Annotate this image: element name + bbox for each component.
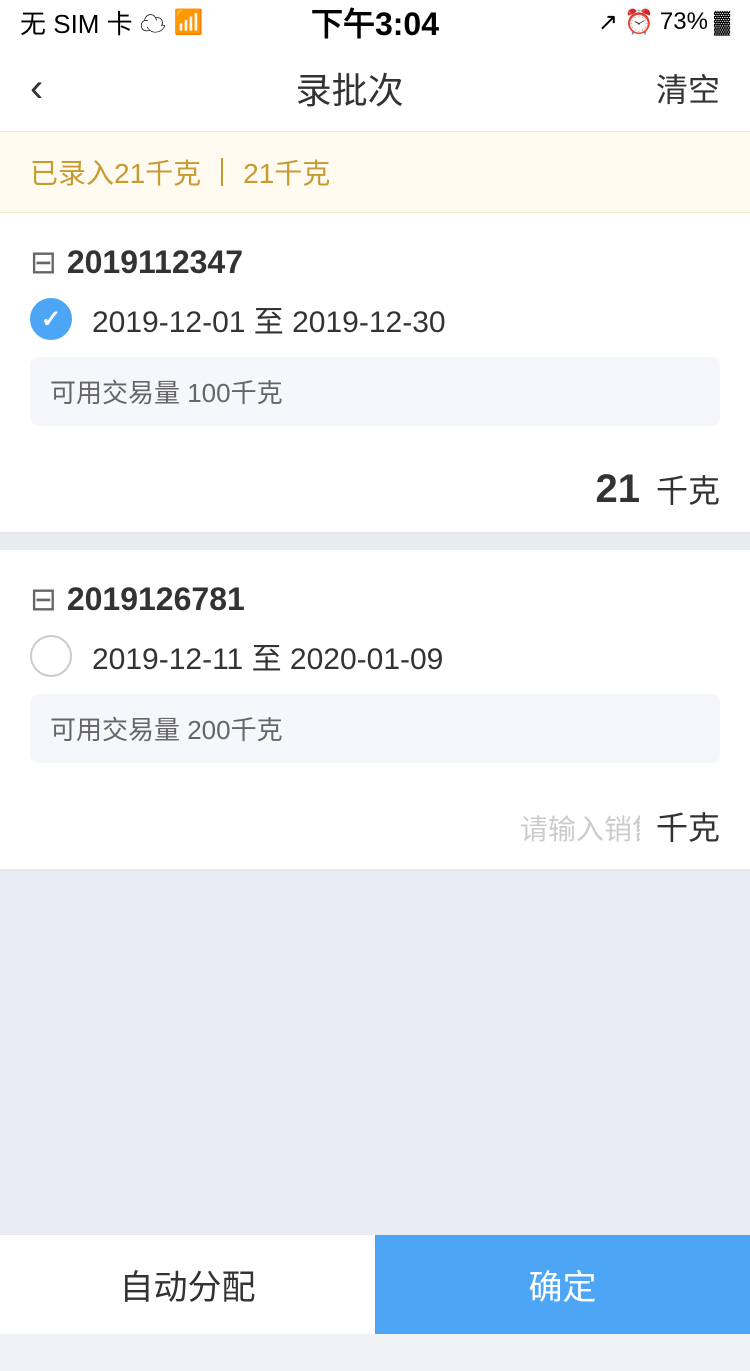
batch-header-2: ⊟ 2019126781 [30,580,720,618]
battery-icon: ▓ [714,9,730,35]
batch-card-2: ⊟ 2019126781 2019-12-11 至 2020-01-09 可用交… [0,550,750,871]
page-title: 录批次 [296,62,404,114]
qty-input-1[interactable] [520,467,640,512]
location-icon: ↗ [598,8,618,37]
bottom-bar: 自动分配 确定 [0,1234,750,1334]
sim-label: 无 SIM 卡 ☁ [20,4,166,41]
status-right: ↗ ⏰ 73% ▓ [598,8,730,37]
status-bar: 无 SIM 卡 ☁ 📶 下午3:04 ↗ ⏰ 73% ▓ [0,0,750,44]
empty-area [0,871,750,1271]
radio-button-1[interactable]: ✓ [30,298,72,340]
recorded-label: 已录入21千克 [30,152,201,192]
battery-percent: 73% [660,8,708,36]
batch-item-2: ⊟ 2019126781 2019-12-11 至 2020-01-09 可用交… [0,550,750,763]
batch-header-1: ⊟ 2019112347 [30,243,720,281]
section-separator [0,534,750,550]
batch-item-1: ⊟ 2019112347 ✓ 2019-12-01 至 2019-12-30 可… [0,213,750,426]
nav-bar: ‹ 录批次 清空 [0,44,750,132]
batch-date-1: 2019-12-01 至 2019-12-30 [92,297,446,341]
auto-distribute-button[interactable]: 自动分配 [0,1235,375,1334]
wifi-icon: 📶 [174,8,204,37]
confirm-button[interactable]: 确定 [375,1235,750,1334]
batch-id-1: 2019112347 [67,244,243,281]
batch-id-2: 2019126781 [67,581,245,618]
batch-date-row-2: 2019-12-11 至 2020-01-09 [30,634,720,678]
content-area: ⊟ 2019112347 ✓ 2019-12-01 至 2019-12-30 可… [0,213,750,1371]
qty-unit-2: 千克 [656,803,720,849]
batch-qty-row-2: 千克 [0,783,750,871]
batch-qty-row-1: 千克 [0,446,750,534]
info-banner: 已录入21千克 21千克 [0,132,750,213]
radio-button-2[interactable] [30,635,72,677]
batch-card-1: ⊟ 2019112347 ✓ 2019-12-01 至 2019-12-30 可… [0,213,750,534]
status-left: 无 SIM 卡 ☁ 📶 [20,4,204,41]
qty-unit-1: 千克 [656,466,720,512]
batch-date-2: 2019-12-11 至 2020-01-09 [92,634,443,678]
status-time: 下午3:04 [311,0,439,45]
check-icon-1: ✓ [41,305,61,334]
alarm-icon: ⏰ [624,8,654,37]
clear-button[interactable]: 清空 [656,65,720,111]
info-divider [221,158,223,186]
batch-date-row-1: ✓ 2019-12-01 至 2019-12-30 [30,297,720,341]
batch-avail-2: 可用交易量 200千克 [30,694,720,763]
batch-avail-1: 可用交易量 100千克 [30,357,720,426]
qty-input-2[interactable] [520,804,640,849]
recorded-value: 21千克 [243,152,330,192]
doc-icon-2: ⊟ [30,580,57,618]
doc-icon-1: ⊟ [30,243,57,281]
back-button[interactable]: ‹ [30,68,43,108]
